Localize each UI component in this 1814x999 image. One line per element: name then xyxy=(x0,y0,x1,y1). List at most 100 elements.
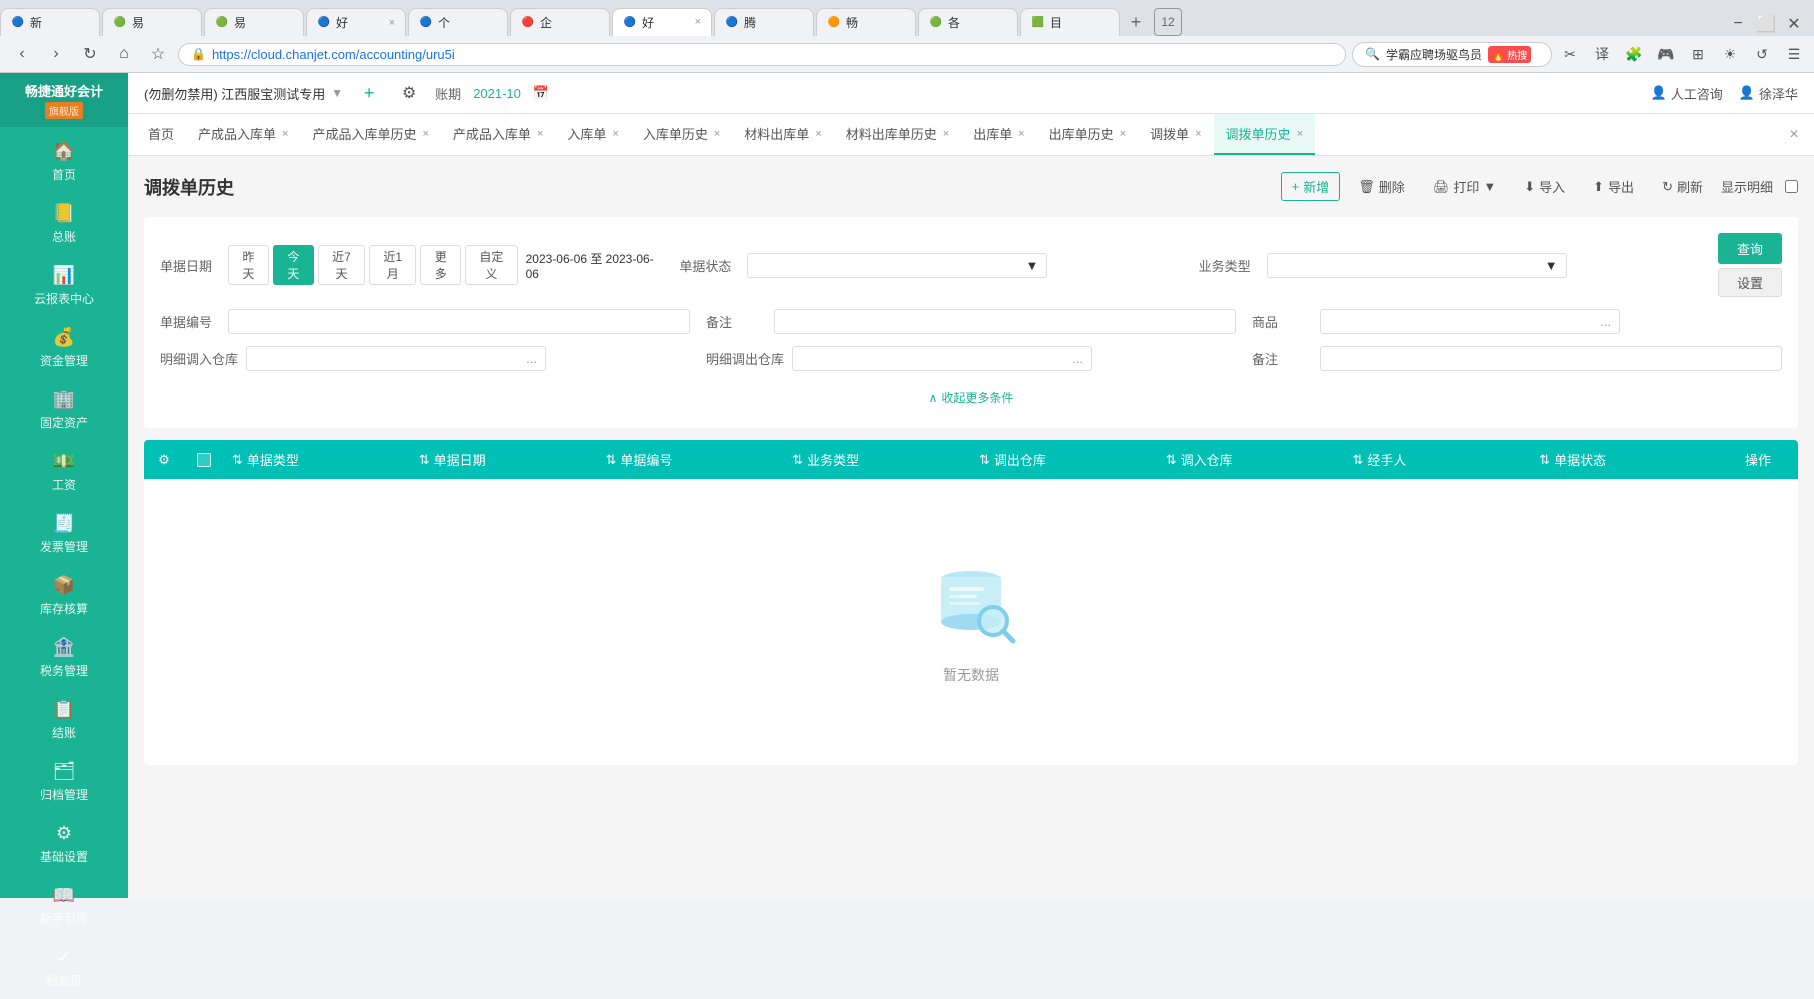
sidebar-item-invoice[interactable]: 🧾 发票管理 xyxy=(0,503,128,565)
tab-close-in[interactable]: × xyxy=(612,128,618,140)
company-selector[interactable]: (勿删勿禁用) 江西服宝测试专用 ▼ xyxy=(144,84,343,103)
refresh-button[interactable]: ↻ xyxy=(76,40,104,68)
tab-in[interactable]: 入库单 × xyxy=(555,114,630,155)
tab-close-product-in[interactable]: × xyxy=(282,128,288,140)
date-btn-1month[interactable]: 近1月 xyxy=(369,245,416,285)
translate-icon[interactable]: 译 xyxy=(1590,42,1614,66)
doc-no-input[interactable] xyxy=(228,309,690,334)
browser-tab-10[interactable]: 🟢 各 xyxy=(918,8,1018,36)
tab-out[interactable]: 出库单 × xyxy=(961,114,1036,155)
tab-count-badge[interactable]: 12 xyxy=(1154,8,1182,36)
tab-close-4[interactable]: × xyxy=(389,17,395,29)
tab-material-out[interactable]: 材料出库单 × xyxy=(732,114,833,155)
sidebar-item-archive[interactable]: 🗂 归档管理 xyxy=(0,751,128,813)
browser-tab-11[interactable]: 🟩 目 xyxy=(1020,8,1120,36)
show-detail-checkbox[interactable] xyxy=(1785,180,1798,193)
tab-close-out-history[interactable]: × xyxy=(1120,128,1126,140)
tab-close-7[interactable]: × xyxy=(695,16,701,28)
refresh-button[interactable]: ↻ 刷新 xyxy=(1652,173,1713,200)
back-button[interactable]: ‹ xyxy=(8,40,36,68)
browser-tab-4[interactable]: 🔵 好 × xyxy=(306,8,406,36)
new-button[interactable]: + 新增 xyxy=(1281,172,1341,201)
detail-out-dots[interactable]: ... xyxy=(1072,351,1083,366)
bookmark-button[interactable]: ☆ xyxy=(144,40,172,68)
th-doc-status[interactable]: ⇅ 单据状态 xyxy=(1531,440,1718,479)
tab-close-in-history[interactable]: × xyxy=(714,128,720,140)
th-transfer-out[interactable]: ⇅ 调出仓库 xyxy=(971,440,1158,479)
forward-button[interactable]: › xyxy=(42,40,70,68)
browser-tab-8[interactable]: 🔵 腾 xyxy=(714,8,814,36)
tab-product-in2[interactable]: 产成品入库单 × xyxy=(441,114,555,155)
browser-tab-6[interactable]: 🔴 企 xyxy=(510,8,610,36)
date-btn-7days[interactable]: 近7天 xyxy=(318,245,365,285)
home-button[interactable]: ⌂ xyxy=(110,40,138,68)
th-doc-date[interactable]: ⇅ 单据日期 xyxy=(411,440,598,479)
detail-in-select[interactable]: ... xyxy=(246,346,546,371)
tab-product-in[interactable]: 产成品入库单 × xyxy=(186,114,300,155)
browser-tab-1[interactable]: 🔵 新 xyxy=(0,8,100,36)
tab-close-material-out[interactable]: × xyxy=(815,128,821,140)
search-bar[interactable]: 🔍 学霸应聘场驱鸟员 🔥 热搜 xyxy=(1352,42,1552,67)
tab-close-out[interactable]: × xyxy=(1018,128,1024,140)
tab-home[interactable]: 首页 xyxy=(136,114,186,155)
close-window-button[interactable]: ✕ xyxy=(1782,12,1806,36)
new-tab-button[interactable]: + xyxy=(1122,8,1150,36)
tab-close-material-out-history[interactable]: × xyxy=(943,128,949,140)
date-btn-today[interactable]: 今天 xyxy=(273,245,314,285)
address-bar[interactable]: 🔒 https://cloud.chanjet.com/accounting/u… xyxy=(178,43,1346,66)
th-doc-no[interactable]: ⇅ 单据编号 xyxy=(598,440,785,479)
sidebar-item-close[interactable]: 📋 结账 xyxy=(0,689,128,751)
browser-tab-7[interactable]: 🔵 好 × xyxy=(612,8,712,36)
import-button[interactable]: ⬇ 导入 xyxy=(1514,173,1575,200)
sidebar-item-capital[interactable]: 💰 资金管理 xyxy=(0,317,128,379)
browser-tab-2[interactable]: 🟢 易 xyxy=(102,8,202,36)
sidebar-item-ledger[interactable]: 📒 总账 xyxy=(0,193,128,255)
table-settings-icon[interactable]: ⚙ xyxy=(158,452,170,468)
date-btn-more[interactable]: 更多 xyxy=(420,245,461,285)
sidebar-item-member[interactable]: ✓ 畅会员 xyxy=(0,937,128,999)
add-company-button[interactable]: + xyxy=(355,79,383,107)
detail-in-dots[interactable]: ... xyxy=(526,351,537,366)
minimize-button[interactable]: − xyxy=(1726,12,1750,36)
close-all-tabs-button[interactable]: × xyxy=(1782,123,1806,147)
sidebar-item-fixed[interactable]: 🏢 固定资产 xyxy=(0,379,128,441)
tab-close-transfer[interactable]: × xyxy=(1195,128,1201,140)
tab-close-transfer-history[interactable]: × xyxy=(1297,128,1303,140)
scissors-icon[interactable]: ✂ xyxy=(1558,42,1582,66)
date-btn-custom[interactable]: 自定义 xyxy=(465,245,517,285)
sidebar-item-home[interactable]: 🏠 首页 xyxy=(0,131,128,193)
calendar-icon[interactable]: 📅 xyxy=(533,85,549,101)
th-checkbox[interactable] xyxy=(184,443,224,477)
date-btn-yesterday[interactable]: 昨天 xyxy=(228,245,269,285)
settings-filter-button[interactable]: 设置 xyxy=(1718,268,1782,297)
tab-transfer[interactable]: 调拨单 × xyxy=(1138,114,1213,155)
tab-material-out-history[interactable]: 材料出库单历史 × xyxy=(834,114,961,155)
sidebar-item-reports[interactable]: 📊 云报表中心 xyxy=(0,255,128,317)
browser-tab-9[interactable]: 🟠 畅 xyxy=(816,8,916,36)
th-operator[interactable]: ⇅ 经手人 xyxy=(1345,440,1532,479)
grid-icon[interactable]: ⊞ xyxy=(1686,42,1710,66)
status-select[interactable]: ▼ xyxy=(747,253,1047,278)
collapse-button[interactable]: ∧ 收起更多条件 xyxy=(160,383,1782,412)
browser-tab-5[interactable]: 🔵 个 xyxy=(408,8,508,36)
sidebar-item-payroll[interactable]: 💵 工资 xyxy=(0,441,128,503)
th-doc-type[interactable]: ⇅ 单据类型 xyxy=(224,440,411,479)
tab-close-product-in-history[interactable]: × xyxy=(422,128,428,140)
menu-icon[interactable]: ☰ xyxy=(1782,42,1806,66)
print-button[interactable]: 🖨 打印 ▼ xyxy=(1423,173,1506,200)
tab-product-in-history[interactable]: 产成品入库单历史 × xyxy=(300,114,440,155)
tab-out-history[interactable]: 出库单历史 × xyxy=(1037,114,1138,155)
sidebar-item-inventory[interactable]: 📦 库存核算 xyxy=(0,565,128,627)
detail-out-select[interactable]: ... xyxy=(792,346,1092,371)
sidebar-item-basic[interactable]: ⚙ 基础设置 xyxy=(0,813,128,875)
remark2-input[interactable] xyxy=(1320,346,1782,371)
delete-button[interactable]: 🗑 删除 xyxy=(1348,173,1415,200)
tab-transfer-history[interactable]: 调拨单历史 × xyxy=(1214,114,1315,155)
goods-dots[interactable]: ... xyxy=(1600,314,1611,329)
period-value[interactable]: 2021-10 xyxy=(473,86,521,101)
query-button[interactable]: 查询 xyxy=(1718,233,1782,264)
sidebar-item-tax[interactable]: 🏦 税务管理 xyxy=(0,627,128,689)
sidebar-item-guide[interactable]: 📖 新手引导 xyxy=(0,875,128,937)
extension-icon[interactable]: 🧩 xyxy=(1622,42,1646,66)
th-settings[interactable]: ⚙ xyxy=(144,442,184,478)
